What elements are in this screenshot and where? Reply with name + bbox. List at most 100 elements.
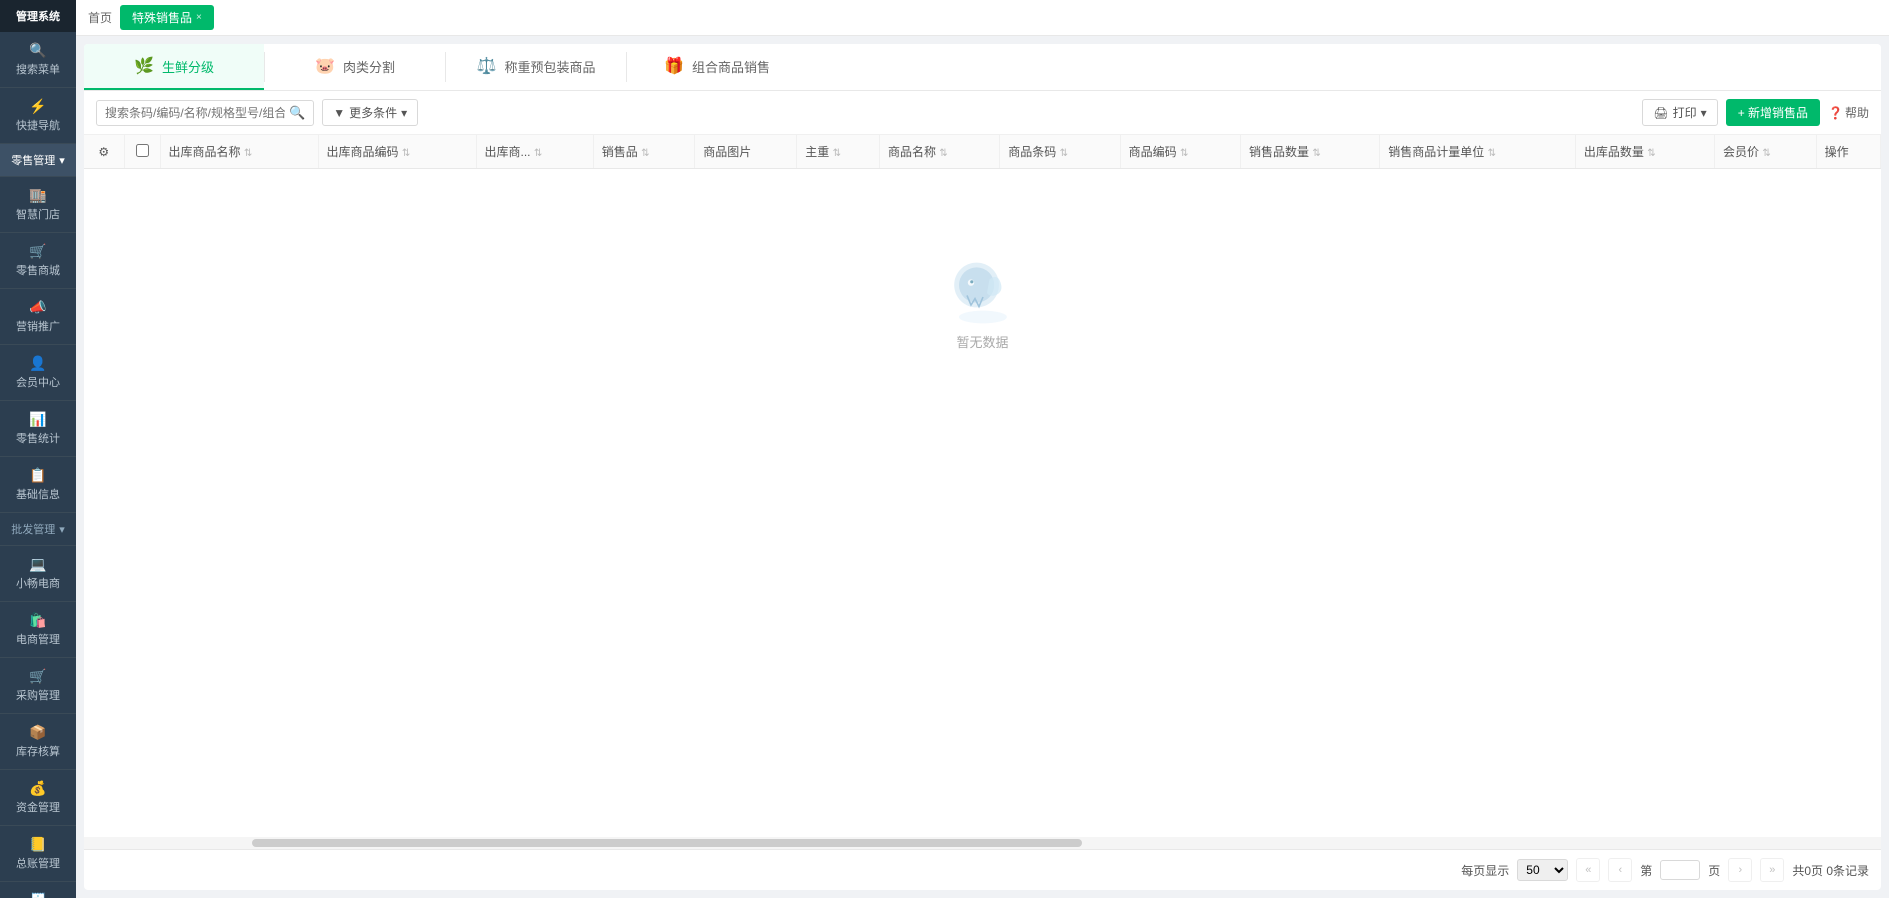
sidebar-item-quicknav[interactable]: ⚡ 快捷导航 bbox=[0, 88, 76, 144]
purchase-icon: 🛒 bbox=[4, 668, 72, 685]
search-box[interactable]: 🔍 bbox=[96, 100, 314, 126]
sidebar: 管理系统 🔍 搜索菜单 ⚡ 快捷导航 零售管理 ▾ 🏬 智慧门店 🛒 零售商城 … bbox=[0, 0, 76, 898]
per-page-label: 每页显示 bbox=[1461, 862, 1509, 879]
page-input[interactable]: 1 bbox=[1660, 860, 1700, 880]
col-sale-item: 销售品 ⇅ bbox=[593, 135, 695, 169]
invoice-icon: 🧾 bbox=[4, 892, 72, 898]
sidebar-item-smartstore[interactable]: 🏬 智慧门店 bbox=[0, 177, 76, 233]
sidebar-item-member[interactable]: 👤 会员中心 bbox=[0, 345, 76, 401]
sort-icon-out-spec[interactable]: ⇅ bbox=[534, 148, 542, 159]
basicinfo-icon: 📋 bbox=[4, 467, 72, 484]
sidebar-item-retail[interactable]: 零售管理 ▾ bbox=[0, 144, 76, 177]
sidebar-item-ecomm[interactable]: 🛍️ 电商管理 bbox=[0, 602, 76, 658]
sort-icon-out-code[interactable]: ⇅ bbox=[402, 148, 410, 159]
help-button[interactable]: ❓ 帮助 bbox=[1828, 104, 1869, 121]
sidebar-item-batch[interactable]: 批发管理 ▾ bbox=[0, 513, 76, 546]
data-table: ⚙ 出库商品名称 ⇅ 出库商品编码 ⇅ bbox=[84, 135, 1881, 169]
topbar-home[interactable]: 首页 bbox=[88, 9, 112, 26]
print-chevron-icon: ▾ bbox=[1701, 106, 1707, 120]
meat-tab-icon: 🐷 bbox=[315, 56, 335, 76]
sort-icon-member-price[interactable]: ⇅ bbox=[1762, 148, 1770, 159]
sidebar-item-ledger[interactable]: 📒 总账管理 bbox=[0, 826, 76, 882]
tab-scale[interactable]: ⚖️ 称重预包装商品 bbox=[446, 44, 626, 90]
col-sale-qty: 销售品数量 ⇅ bbox=[1241, 135, 1380, 169]
sort-icon-prod-code[interactable]: ⇅ bbox=[1180, 148, 1188, 159]
empty-icon bbox=[943, 249, 1023, 332]
search-input[interactable] bbox=[105, 106, 285, 120]
empty-state: 暂无数据 bbox=[84, 169, 1881, 431]
smallstore-icon: 💻 bbox=[4, 556, 72, 573]
col-check[interactable] bbox=[124, 135, 160, 169]
filter-button[interactable]: ▼ 更多条件 ▾ bbox=[322, 99, 418, 126]
last-page-button[interactable]: » bbox=[1760, 858, 1784, 882]
member-icon: 👤 bbox=[4, 355, 72, 372]
sidebar-item-basicinfo[interactable]: 📋 基础信息 bbox=[0, 457, 76, 513]
next-page-button[interactable]: › bbox=[1728, 858, 1752, 882]
col-out-code: 出库商品编码 ⇅ bbox=[318, 135, 476, 169]
capital-icon: 💰 bbox=[4, 780, 72, 797]
sidebar-item-smallstore[interactable]: 💻 小畅电商 bbox=[0, 546, 76, 602]
total-label: 共0页 0条记录 bbox=[1792, 862, 1869, 879]
filter-icon: ▼ bbox=[333, 106, 345, 120]
filter-chevron-icon: ▾ bbox=[401, 106, 407, 120]
col-member-price: 会员价 ⇅ bbox=[1715, 135, 1817, 169]
table-container: ⚙ 出库商品名称 ⇅ 出库商品编码 ⇅ bbox=[84, 135, 1881, 837]
print-button[interactable]: 🖨 打印 ▾ bbox=[1642, 99, 1717, 126]
help-icon: ❓ bbox=[1828, 106, 1843, 120]
close-tab-icon[interactable]: × bbox=[196, 12, 202, 23]
sidebar-item-marketing[interactable]: 📣 营销推广 bbox=[0, 289, 76, 345]
print-icon: 🖨 bbox=[1653, 106, 1668, 120]
toolbar: 🔍 ▼ 更多条件 ▾ 🖨 打印 ▾ + 新增销售品 ❓ 帮助 bbox=[84, 91, 1881, 135]
tab-combo[interactable]: 🎁 组合商品销售 bbox=[627, 44, 807, 90]
first-page-button[interactable]: « bbox=[1576, 858, 1600, 882]
sidebar-item-retailmall[interactable]: 🛒 零售商城 bbox=[0, 233, 76, 289]
col-image: 商品图片 bbox=[695, 135, 797, 169]
retailstat-icon: 📊 bbox=[4, 411, 72, 428]
sort-icon-weight[interactable]: ⇅ bbox=[833, 148, 841, 159]
prev-page-button[interactable]: ‹ bbox=[1608, 858, 1632, 882]
topbar-current-tab[interactable]: 特殊销售品 × bbox=[120, 5, 214, 30]
tab-fresh[interactable]: 🌿 生鲜分级 bbox=[84, 44, 264, 90]
sort-icon-sale-qty[interactable]: ⇅ bbox=[1312, 148, 1320, 159]
sidebar-item-capital[interactable]: 💰 资金管理 bbox=[0, 770, 76, 826]
quicknav-icon: ⚡ bbox=[4, 98, 72, 115]
search-icon: 🔍 bbox=[289, 105, 305, 121]
settings-col-icon: ⚙ bbox=[98, 145, 109, 159]
scale-tab-icon: ⚖️ bbox=[477, 56, 497, 76]
sort-icon-out-name[interactable]: ⇅ bbox=[244, 148, 252, 159]
new-sale-button[interactable]: + 新增销售品 bbox=[1726, 99, 1820, 126]
per-page-select[interactable]: 102050100 bbox=[1517, 859, 1568, 881]
sidebar-item-search[interactable]: 🔍 搜索菜单 bbox=[0, 32, 76, 88]
col-barcode: 商品条码 ⇅ bbox=[1000, 135, 1120, 169]
search-menu-icon: 🔍 bbox=[4, 42, 72, 59]
sort-icon-prod-name[interactable]: ⇅ bbox=[939, 148, 947, 159]
col-sale-unit: 销售商品计量单位 ⇅ bbox=[1380, 135, 1576, 169]
sidebar-item-purchase[interactable]: 🛒 采购管理 bbox=[0, 658, 76, 714]
app-logo: 管理系统 bbox=[0, 0, 76, 32]
col-out-name: 出库商品名称 ⇅ bbox=[160, 135, 318, 169]
sidebar-item-retailstat[interactable]: 📊 零售统计 bbox=[0, 401, 76, 457]
ledger-icon: 📒 bbox=[4, 836, 72, 853]
sort-icon-barcode[interactable]: ⇅ bbox=[1060, 148, 1068, 159]
col-out-qty: 出库品数量 ⇅ bbox=[1575, 135, 1714, 169]
empty-text: 暂无数据 bbox=[956, 332, 1008, 351]
table-header-row: ⚙ 出库商品名称 ⇅ 出库商品编码 ⇅ bbox=[84, 135, 1881, 169]
col-out-spec: 出库商... ⇅ bbox=[476, 135, 593, 169]
sort-icon-out-qty[interactable]: ⇅ bbox=[1647, 148, 1655, 159]
sidebar-item-inventory[interactable]: 📦 库存核算 bbox=[0, 714, 76, 770]
sort-icon-sale-item[interactable]: ⇅ bbox=[641, 148, 649, 159]
select-all-checkbox[interactable] bbox=[136, 144, 149, 157]
sort-icon-sale-unit[interactable]: ⇅ bbox=[1488, 148, 1496, 159]
marketing-icon: 📣 bbox=[4, 299, 72, 316]
scrollbar-thumb[interactable] bbox=[252, 839, 1082, 847]
smartstore-icon: 🏬 bbox=[4, 187, 72, 204]
page-label: 第 bbox=[1640, 862, 1652, 879]
inventory-icon: 📦 bbox=[4, 724, 72, 741]
col-settings[interactable]: ⚙ bbox=[84, 135, 124, 169]
col-prod-name: 商品名称 ⇅ bbox=[879, 135, 999, 169]
fresh-tab-icon: 🌿 bbox=[134, 56, 154, 76]
sidebar-item-invoice[interactable]: 🧾 发票管理 bbox=[0, 882, 76, 898]
tab-meat[interactable]: 🐷 肉类分割 bbox=[265, 44, 445, 90]
chevron-down-icon: ▾ bbox=[59, 154, 65, 167]
horizontal-scrollbar[interactable] bbox=[84, 837, 1881, 849]
